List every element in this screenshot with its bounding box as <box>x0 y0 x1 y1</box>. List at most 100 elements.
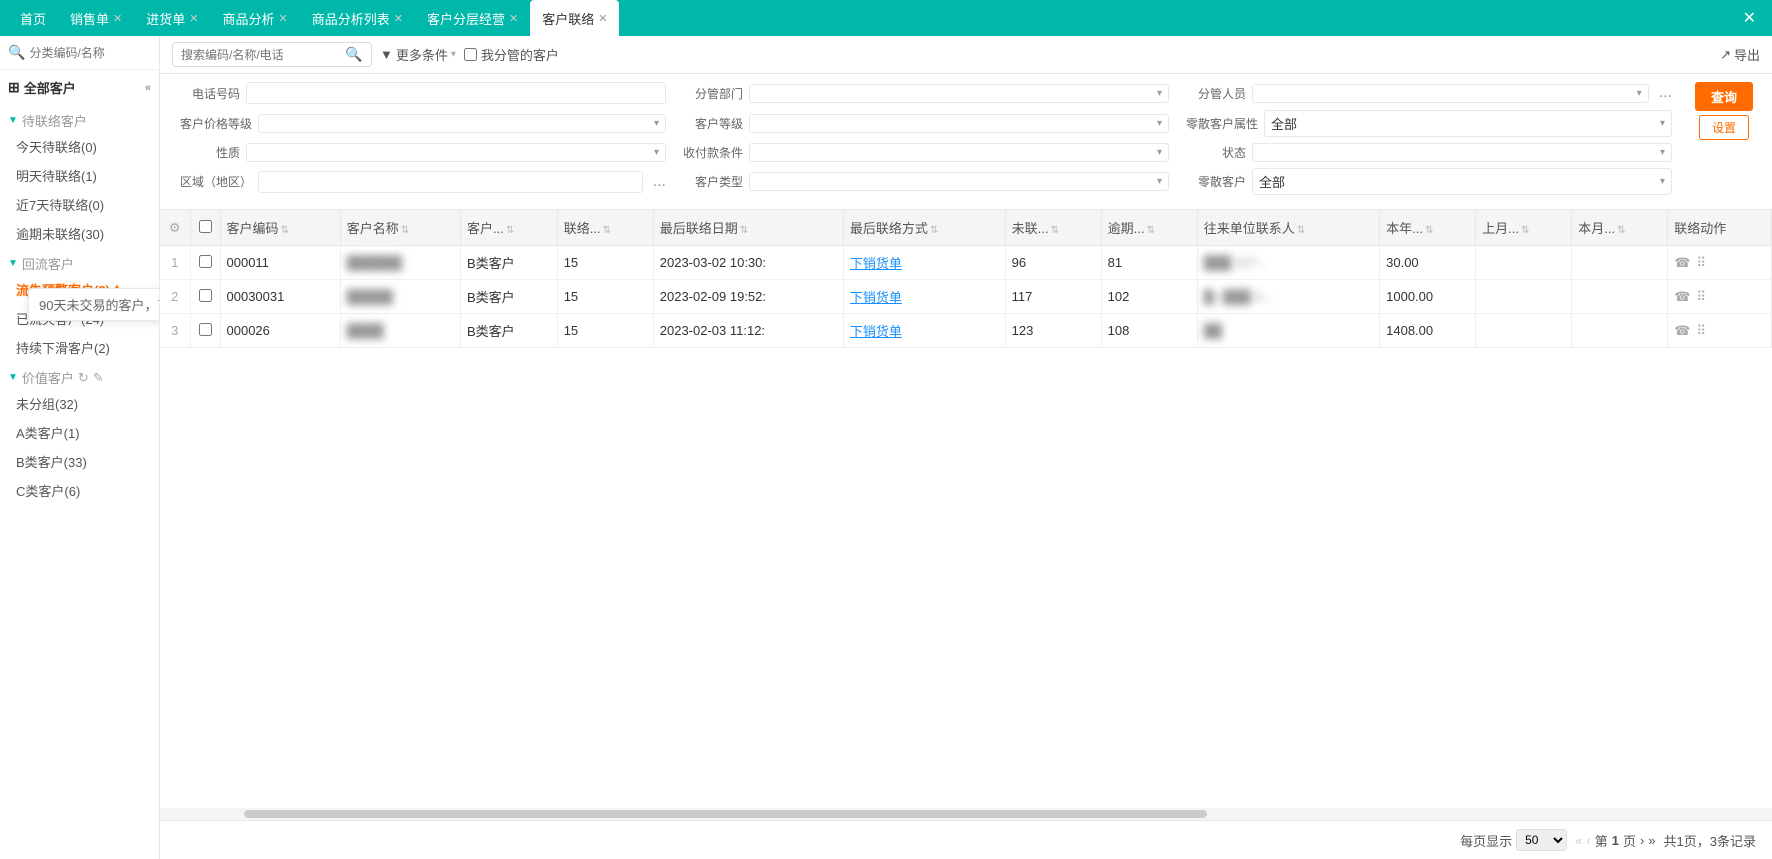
query-button[interactable]: 查询 <box>1695 82 1753 111</box>
row-checkbox[interactable] <box>199 289 212 302</box>
sidebar-item-label: 逾期未联络(30) <box>16 224 104 243</box>
nav-tab-进货单[interactable]: 进货单✕ <box>134 0 210 36</box>
cell-lastMonth <box>1476 280 1572 314</box>
col-label: 最后联络日期 <box>660 221 738 236</box>
filter-select-field[interactable]: ▾ <box>1252 84 1649 103</box>
filter-cell-2-0: 性质▾ <box>172 143 675 162</box>
tab-close-icon[interactable]: ✕ <box>279 12 288 25</box>
row-checkbox[interactable] <box>199 323 212 336</box>
tab-close-icon[interactable]: ✕ <box>189 12 198 25</box>
cell-name: █████ <box>340 280 460 314</box>
filter-select-field[interactable]: ▾ <box>749 172 1169 191</box>
filter-select-field[interactable]: 全部▾ <box>1252 168 1672 195</box>
filter-search-button[interactable]: 🔍 <box>345 46 362 63</box>
filter-cell-label: 收付款条件 <box>683 144 743 161</box>
sidebar-item-0-1[interactable]: 明天待联络(1) <box>0 161 159 190</box>
filter-dots-button[interactable]: ... <box>653 173 666 191</box>
current-page-number: 1 <box>1612 833 1619 848</box>
filter-input-field[interactable] <box>258 171 643 193</box>
contact-method-link[interactable]: 下销货单 <box>850 324 902 339</box>
cell-contactPerson: ███ 107... <box>1197 246 1379 280</box>
settings-icon[interactable]: ⚙ <box>169 220 181 235</box>
contact-icon[interactable]: ☎ <box>1674 323 1690 339</box>
nav-tab-客户联络[interactable]: 客户联络✕ <box>530 0 619 36</box>
sidebar-search-input[interactable] <box>29 46 151 60</box>
more-actions-icon[interactable]: ⠿ <box>1696 323 1706 339</box>
contact-icon[interactable]: ☎ <box>1674 255 1690 271</box>
select-all-checkbox[interactable] <box>199 220 212 233</box>
sidebar-item-2-1[interactable]: A类客户(1) <box>0 418 159 447</box>
collapse-icon[interactable]: « <box>145 82 151 94</box>
filter-select-field[interactable]: 全部▾ <box>1264 110 1672 137</box>
pagination-bar: 每页显示 50 100 200 « ‹ 第 1 页 › » 共1页，3条记 <box>160 820 1772 859</box>
more-actions-icon[interactable]: ⠿ <box>1696 289 1706 305</box>
tab-close-icon[interactable]: ✕ <box>598 12 607 25</box>
filter-input-field[interactable] <box>246 82 666 104</box>
nav-tab-销售单[interactable]: 销售单✕ <box>58 0 134 36</box>
filter-select-field[interactable]: ▾ <box>246 143 666 162</box>
more-conditions-button[interactable]: ▼ 更多条件 ▾ <box>380 45 456 64</box>
col-header-settings[interactable]: ⚙ <box>160 210 190 246</box>
row-index: 3 <box>160 314 190 348</box>
sidebar-item-2-2[interactable]: B类客户(33) <box>0 447 159 476</box>
filter-select-field[interactable]: ▾ <box>749 114 1169 133</box>
per-page-select[interactable]: 50 100 200 <box>1516 829 1567 851</box>
sidebar-section-label-2[interactable]: ▼ 价值客户↻✎ <box>0 362 159 389</box>
filter-cell-3-2: 零散客户全部▾ <box>1178 168 1680 195</box>
col-header-action[interactable]: 联络动作 <box>1668 210 1772 246</box>
horizontal-scrollbar[interactable] <box>160 808 1772 820</box>
cell-lastMonth <box>1476 314 1572 348</box>
export-button[interactable]: ↗ 导出 <box>1720 45 1760 64</box>
filter-select-field[interactable]: ▾ <box>749 143 1169 162</box>
contact-icon[interactable]: ☎ <box>1674 289 1690 305</box>
settings-button[interactable]: 设置 <box>1699 115 1749 140</box>
sidebar-item-2-3[interactable]: C类客户(6) <box>0 476 159 505</box>
chevron-icon: ▾ <box>654 147 659 158</box>
last-page-button[interactable]: » <box>1648 833 1655 848</box>
contact-method-link[interactable]: 下销货单 <box>850 256 902 271</box>
sidebar-item-1-2[interactable]: 持续下滑客户(2) <box>0 333 159 362</box>
sidebar-section-label-0[interactable]: ▼待联络客户 <box>0 105 159 132</box>
sidebar-item-0-0[interactable]: 今天待联络(0) <box>0 132 159 161</box>
more-actions-icon[interactable]: ⠿ <box>1696 255 1706 271</box>
my-customers-checkbox[interactable] <box>464 48 477 61</box>
refresh-icon[interactable]: ↻ <box>78 370 89 386</box>
nav-tab-商品分析[interactable]: 商品分析✕ <box>210 0 299 36</box>
cell-contactPerson: ██ <box>1197 314 1379 348</box>
nav-tab-首页[interactable]: 首页 <box>8 0 58 36</box>
row-checkbox-cell <box>190 246 220 280</box>
tab-close-icon[interactable]: ✕ <box>394 12 403 25</box>
next-page-button[interactable]: › <box>1640 833 1644 848</box>
row-checkbox-cell <box>190 314 220 348</box>
sidebar-item-0-2[interactable]: 近7天待联络(0) <box>0 190 159 219</box>
sidebar-section-label-1[interactable]: ▼回流客户 <box>0 248 159 275</box>
cell-lastContactDate: 2023-02-09 19:52: <box>653 280 843 314</box>
window-close-button[interactable]: ✕ <box>1735 8 1764 28</box>
sort-icon: ⇅ <box>1425 225 1433 236</box>
filter-dots-button[interactable]: ... <box>1659 84 1672 102</box>
section-label: 价值客户 <box>22 368 74 387</box>
sidebar-item-2-0[interactable]: 未分组(32) <box>0 389 159 418</box>
section-triangle: ▼ <box>8 372 18 383</box>
filter-select-field[interactable]: ▾ <box>258 114 666 133</box>
col-label: 往来单位联系人 <box>1204 221 1295 236</box>
all-customers-header[interactable]: ⊞ 全部客户 « <box>0 70 159 105</box>
page-nav: « ‹ 第 1 页 › » <box>1575 831 1655 850</box>
first-page-button[interactable]: « <box>1575 833 1582 848</box>
filter-select-field[interactable]: ▾ <box>749 84 1169 103</box>
tab-close-icon[interactable]: ✕ <box>113 12 122 25</box>
filter-search-input[interactable] <box>181 48 341 62</box>
row-checkbox[interactable] <box>199 255 212 268</box>
tab-close-icon[interactable]: ✕ <box>509 12 518 25</box>
prev-page-button[interactable]: ‹ <box>1586 833 1590 848</box>
nav-tab-商品分析列表[interactable]: 商品分析列表✕ <box>300 0 415 36</box>
filter-select-field[interactable]: ▾ <box>1252 143 1672 162</box>
nav-tab-客户分层经营[interactable]: 客户分层经营✕ <box>415 0 530 36</box>
filter-row-1: 客户价格等级▾客户等级▾零散客户属性全部▾ <box>172 110 1680 137</box>
sidebar-item-0-3[interactable]: 逾期未联络(30) <box>0 219 159 248</box>
col-header-lastContactMethod: 最后联络方式⇅ <box>843 210 1005 246</box>
chevron-icon: ▾ <box>1157 147 1162 158</box>
edit-icon[interactable]: ✎ <box>93 370 104 386</box>
scrollbar-thumb[interactable] <box>244 810 1206 818</box>
contact-method-link[interactable]: 下销货单 <box>850 290 902 305</box>
